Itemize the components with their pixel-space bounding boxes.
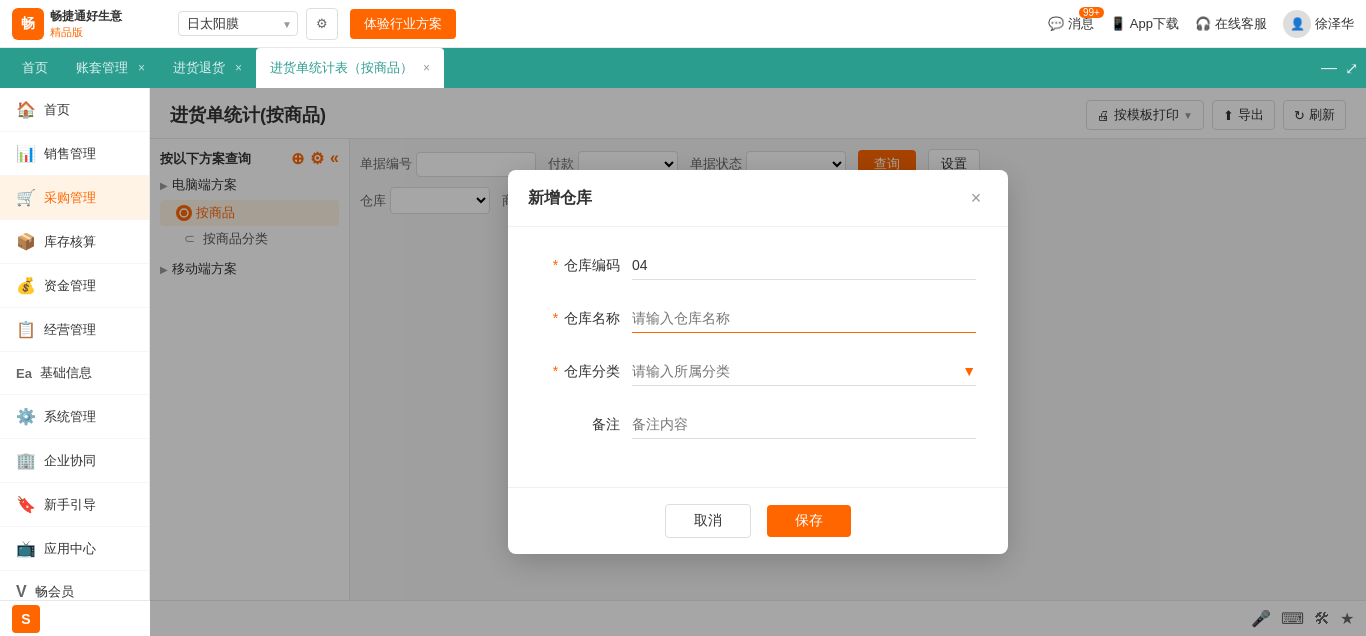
tab-minimize-icon[interactable]: — [1321,59,1337,77]
logo-text: 畅捷通好生意 精品版 [50,8,122,40]
tab-bar-right: — ⤢ [1321,59,1358,78]
store-selector[interactable]: 日太阳膜 [178,11,298,36]
bottom-logo: S [12,605,40,633]
required-star-category: * [553,363,558,379]
tab-home[interactable]: 首页 [8,48,62,88]
warehouse-category-input[interactable] [632,363,962,379]
headset-icon: 🎧 [1195,16,1211,31]
form-row-warehouse-code: * 仓库编码 [540,251,976,280]
top-navbar: 畅 畅捷通好生意 精品版 日太阳膜 ▼ ⚙ 体验行业方案 💬 消息 99+ 📱 … [0,0,1366,48]
app-download-item[interactable]: 📱 App下载 [1110,15,1179,33]
dialog-title: 新增仓库 [528,188,592,209]
warehouse-code-label: * 仓库编码 [540,257,620,275]
sidebar-item-finance[interactable]: 💰 资金管理 [0,264,149,308]
mobile-icon: 📱 [1110,16,1126,31]
message-icon: 💬 [1048,16,1064,31]
sidebar-item-system[interactable]: ⚙️ 系统管理 [0,395,149,439]
dialog-footer: 取消 保存 [508,487,1008,554]
username-label: 徐泽华 [1315,15,1354,33]
sidebar-item-enterprise[interactable]: 🏢 企业协同 [0,439,149,483]
sidebar-item-operations[interactable]: 📋 经营管理 [0,308,149,352]
tab-bar: 首页 账套管理 × 进货退货 × 进货单统计表（按商品） × — ⤢ [0,48,1366,88]
system-icon: ⚙️ [16,407,36,426]
notes-input[interactable] [632,410,976,439]
sidebar-item-inventory[interactable]: 📦 库存核算 [0,220,149,264]
dialog-overlay: 新增仓库 × * 仓库编码 * [150,88,1366,636]
vip-icon: V [16,583,27,601]
base-info-icon: Ea [16,366,32,381]
sidebar-item-base-info[interactable]: Ea 基础信息 [0,352,149,395]
form-row-warehouse-name: * 仓库名称 [540,304,976,333]
logo-area: 畅 畅捷通好生意 精品版 [12,8,162,40]
dialog-close-icon[interactable]: × [964,186,988,210]
logo-icon: 畅 [12,8,44,40]
store-selector-wrap[interactable]: 日太阳膜 ▼ [178,11,298,36]
guide-icon: 🔖 [16,495,36,514]
save-btn[interactable]: 保存 [767,505,851,537]
content-area: 进货单统计(按商品) 🖨 按模板打印 ▼ ⬆ 导出 ↻ 刷新 [150,88,1366,636]
apps-icon: 📺 [16,539,36,558]
warehouse-category-label: * 仓库分类 [540,363,620,381]
notes-label: 备注 [540,416,620,434]
tab-purchase-return-close-icon[interactable]: × [235,61,242,75]
tab-purchase-return[interactable]: 进货退货 × [159,48,256,88]
tab-accounts[interactable]: 账套管理 × [62,48,159,88]
warehouse-category-select-wrap[interactable]: ▼ [632,357,976,386]
tab-expand-icon[interactable]: ⤢ [1345,59,1358,78]
inventory-icon: 📦 [16,232,36,251]
settings-icon-btn[interactable]: ⚙ [306,8,338,40]
home-icon: 🏠 [16,100,36,119]
enterprise-icon: 🏢 [16,451,36,470]
purchase-icon: 🛒 [16,188,36,207]
required-star: * [553,257,558,273]
warehouse-code-input[interactable] [632,251,976,280]
main-layout: 🏠 首页 📊 销售管理 🛒 采购管理 📦 库存核算 💰 资金管理 📋 经营管理 … [0,88,1366,636]
tab-purchase-stats-close-icon[interactable]: × [423,61,430,75]
sidebar-item-purchase[interactable]: 🛒 采购管理 [0,176,149,220]
operations-icon: 📋 [16,320,36,339]
warehouse-name-input[interactable] [632,304,976,333]
cancel-btn[interactable]: 取消 [665,504,751,538]
top-right-area: 💬 消息 99+ 📱 App下载 🎧 在线客服 👤 徐泽华 [1048,10,1354,38]
sales-icon: 📊 [16,144,36,163]
required-star-name: * [553,310,558,326]
notification-item[interactable]: 💬 消息 99+ [1048,15,1094,33]
new-warehouse-dialog: 新增仓库 × * 仓库编码 * [508,170,1008,554]
avatar: 👤 [1283,10,1311,38]
tab-purchase-stats[interactable]: 进货单统计表（按商品） × [256,48,444,88]
dialog-header: 新增仓库 × [508,170,1008,227]
sidebar-item-guide[interactable]: 🔖 新手引导 [0,483,149,527]
warehouse-name-label: * 仓库名称 [540,310,620,328]
form-row-notes: 备注 [540,410,976,439]
sidebar: 🏠 首页 📊 销售管理 🛒 采购管理 📦 库存核算 💰 资金管理 📋 经营管理 … [0,88,150,636]
dialog-body: * 仓库编码 * 仓库名称 [508,227,1008,487]
category-dropdown-arrow-icon: ▼ [962,363,976,379]
finance-icon: 💰 [16,276,36,295]
sidebar-item-sales[interactable]: 📊 销售管理 [0,132,149,176]
experience-btn[interactable]: 体验行业方案 [350,9,456,39]
notification-badge: 99+ [1079,7,1104,18]
form-row-warehouse-category: * 仓库分类 ▼ [540,357,976,386]
tab-accounts-close-icon[interactable]: × [138,61,145,75]
user-profile-item[interactable]: 👤 徐泽华 [1283,10,1354,38]
sidebar-item-apps[interactable]: 📺 应用中心 [0,527,149,571]
online-service-item[interactable]: 🎧 在线客服 [1195,15,1267,33]
sidebar-item-home[interactable]: 🏠 首页 [0,88,149,132]
